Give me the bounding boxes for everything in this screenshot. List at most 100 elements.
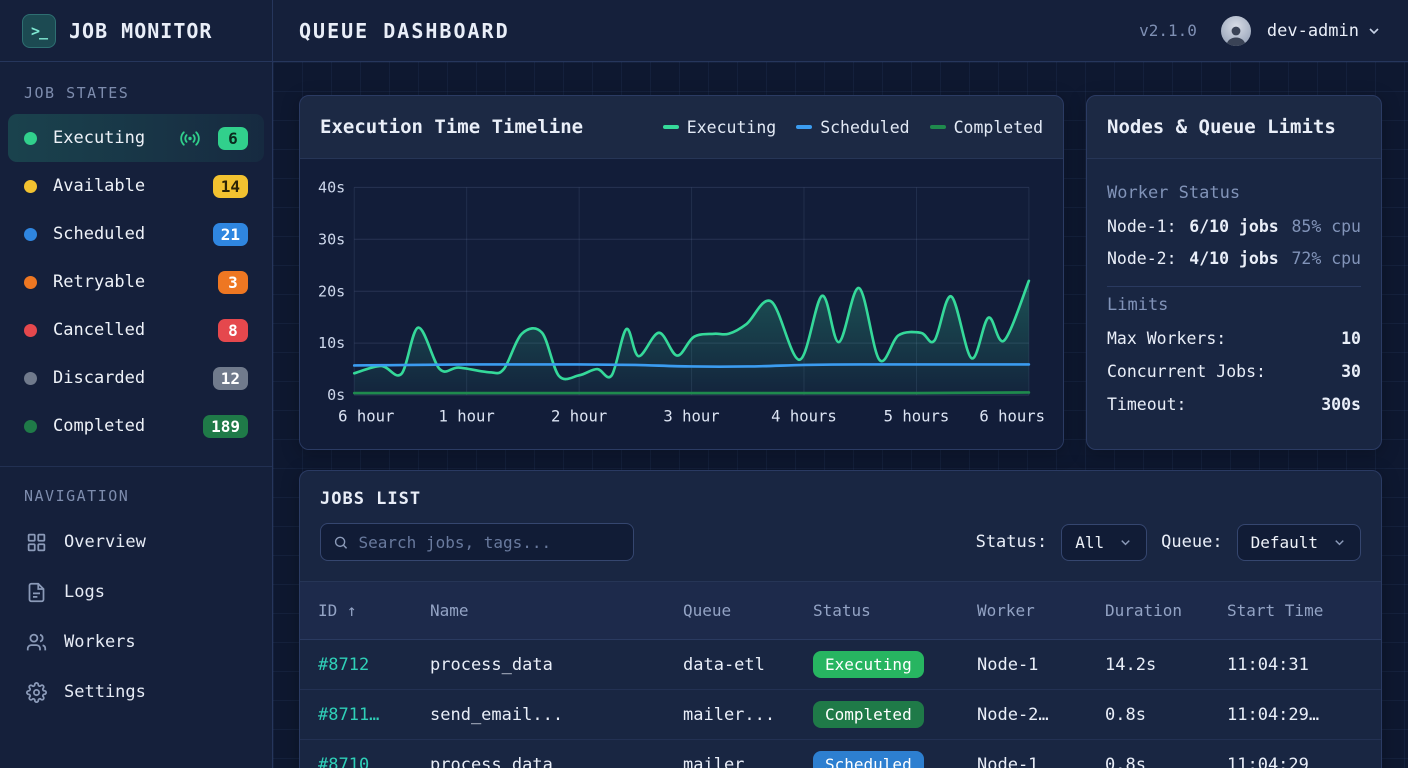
column-header-start-time[interactable]: Start Time xyxy=(1227,601,1363,620)
sidebar-item-scheduled[interactable]: Scheduled 21 xyxy=(8,210,264,258)
state-label: Executing xyxy=(53,128,146,148)
count-badge: 12 xyxy=(212,366,248,390)
state-label: Discarded xyxy=(53,368,146,388)
worker-status-row: Node-1: 6/10 jobs 85% cpu xyxy=(1107,217,1361,236)
job-name: send_email... xyxy=(430,704,564,725)
count-badge: 21 xyxy=(212,222,248,246)
job-id-link[interactable]: #8710 xyxy=(318,755,430,768)
sidebar-item-overview[interactable]: Overview xyxy=(0,517,272,567)
limit-label: Concurrent Jobs: xyxy=(1107,362,1266,381)
table-row[interactable]: #8712 process_data data-etl Executing Node-1… xyxy=(300,640,1381,690)
legend-item-executing[interactable]: Executing xyxy=(662,118,776,137)
job-start-time: 11:04:31 xyxy=(1227,654,1309,675)
status-badge: Completed xyxy=(813,701,924,728)
job-id-link[interactable]: #8712 xyxy=(318,655,430,675)
search-box[interactable] xyxy=(320,523,634,561)
sidebar-item-available[interactable]: Available 14 xyxy=(8,162,264,210)
legend-label: Completed xyxy=(953,117,1043,137)
job-worker: Node-1 xyxy=(977,654,1039,675)
timeline-panel: Execution Time Timeline Executing Schedul… xyxy=(299,95,1064,450)
sidebar-item-discarded[interactable]: Discarded 12 xyxy=(8,354,264,402)
job-start-time: 11:04:29 xyxy=(1227,754,1309,768)
job-worker: Node-2… xyxy=(977,704,1049,725)
worker-name: Node-2: xyxy=(1107,249,1177,268)
legend-color-dash xyxy=(796,125,813,129)
terminal-icon: >_ xyxy=(22,13,56,48)
sidebar-item-cancelled[interactable]: Cancelled 8 xyxy=(8,306,264,354)
column-header-id[interactable]: ID ↑ xyxy=(318,601,430,620)
legend-label: Scheduled xyxy=(820,117,910,137)
sidebar-item-retryable[interactable]: Retryable 3 xyxy=(8,258,264,306)
legend-item-completed[interactable]: Completed xyxy=(929,117,1043,137)
sidebar-item-workers[interactable]: Workers xyxy=(0,617,272,667)
job-states-section-label: JOB STATES xyxy=(24,84,130,102)
table-row[interactable]: #8711… send_email... mailer... Completed Nod… xyxy=(300,690,1381,740)
search-input[interactable] xyxy=(358,532,621,552)
job-duration: 14.2s xyxy=(1105,654,1157,675)
status-badge: Executing xyxy=(813,651,924,678)
worker-jobs: 6/10 jobs xyxy=(1189,217,1279,236)
status-filter-select[interactable]: All xyxy=(1061,523,1148,561)
svg-text:10s: 10s xyxy=(318,334,345,352)
users-icon xyxy=(26,632,47,653)
table-row[interactable]: #8710 process_data mailer Scheduled Node-1 0.… xyxy=(300,740,1381,768)
legend-color-dash xyxy=(662,125,679,129)
column-header-name[interactable]: Name xyxy=(430,601,683,620)
limit-row: Max Workers: 10 xyxy=(1107,329,1361,348)
count-badge: 8 xyxy=(218,318,248,342)
state-label: Available xyxy=(53,176,146,196)
header-right: v2.1.0 dev-admin xyxy=(1139,15,1382,46)
state-color-dot xyxy=(24,227,37,241)
state-color-dot xyxy=(24,275,37,289)
state-color-dot xyxy=(24,323,37,337)
nodes-panel-title: Nodes & Queue Limits xyxy=(1107,116,1336,138)
column-header-queue[interactable]: Queue xyxy=(683,601,813,620)
job-name: process_data xyxy=(430,754,553,768)
state-label: Scheduled xyxy=(53,224,146,244)
column-header-duration[interactable]: Duration xyxy=(1105,601,1227,620)
timeline-chart: 0s 10s 20s 30s 40s 6 hour 1 hour 2 hour 3 hour 4 … xyxy=(300,159,1063,449)
navigation-section-label: NAVIGATION xyxy=(24,487,130,505)
legend-item-scheduled[interactable]: Scheduled xyxy=(796,117,910,137)
status-filter-value: All xyxy=(1075,532,1105,552)
worker-jobs: 4/10 jobs xyxy=(1189,249,1279,268)
sidebar-item-executing[interactable]: Executing 6 xyxy=(8,114,264,162)
count-badge: 14 xyxy=(212,174,248,198)
svg-text:2 hour: 2 hour xyxy=(551,406,607,425)
job-name: process_data xyxy=(430,654,553,675)
column-header-worker[interactable]: Worker xyxy=(977,601,1105,620)
state-color-dot xyxy=(24,131,37,145)
job-states-list: Executing 6 Available 14 Scheduled 21 Retryabl… xyxy=(0,114,272,450)
worker-cpu: 85% cpu xyxy=(1291,217,1361,236)
job-status-cell: Executing xyxy=(813,651,977,678)
column-header-status[interactable]: Status xyxy=(813,601,977,620)
job-worker: Node-1 xyxy=(977,754,1039,768)
state-label: Completed xyxy=(53,416,146,436)
app-header: >_ JOB MONITOR QUEUE DASHBOARD v2.1.0 de… xyxy=(0,0,1408,62)
queue-filter-select[interactable]: Default xyxy=(1236,523,1361,561)
navigation-section: NAVIGATION Overview Logs Workers Settings xyxy=(0,466,272,717)
count-badge: 189 xyxy=(203,414,248,438)
sidebar-item-logs[interactable]: Logs xyxy=(0,567,272,617)
svg-text:6 hour: 6 hour xyxy=(338,406,394,425)
search-icon xyxy=(334,536,348,549)
job-id-link[interactable]: #8711… xyxy=(318,705,430,725)
user-menu[interactable]: dev-admin xyxy=(1267,21,1382,41)
page-title: QUEUE DASHBOARD xyxy=(299,18,510,43)
user-avatar[interactable] xyxy=(1220,15,1251,46)
worker-status-list: Node-1: 6/10 jobs 85% cpu Node-2: 4/10 jobs 7… xyxy=(1107,217,1361,268)
nodes-panel-header: Nodes & Queue Limits xyxy=(1087,96,1381,159)
svg-text:4 hours: 4 hours xyxy=(771,406,837,425)
sidebar: JOB STATES Executing 6 Available 14 Schedule… xyxy=(0,62,273,768)
chevron-down-icon xyxy=(1369,27,1379,34)
nav-label: Settings xyxy=(64,682,146,702)
sidebar-item-settings[interactable]: Settings xyxy=(0,667,272,717)
svg-text:0s: 0s xyxy=(327,386,345,404)
job-queue: mailer... xyxy=(683,704,776,725)
svg-text:6 hours: 6 hours xyxy=(979,406,1045,425)
nodes-panel: Nodes & Queue Limits Worker Status Node-… xyxy=(1086,95,1382,450)
person-silhouette-icon xyxy=(1226,26,1246,46)
worker-name: Node-1: xyxy=(1107,217,1177,236)
sidebar-item-completed[interactable]: Completed 189 xyxy=(8,402,264,450)
timeline-title: Execution Time Timeline xyxy=(320,116,584,138)
